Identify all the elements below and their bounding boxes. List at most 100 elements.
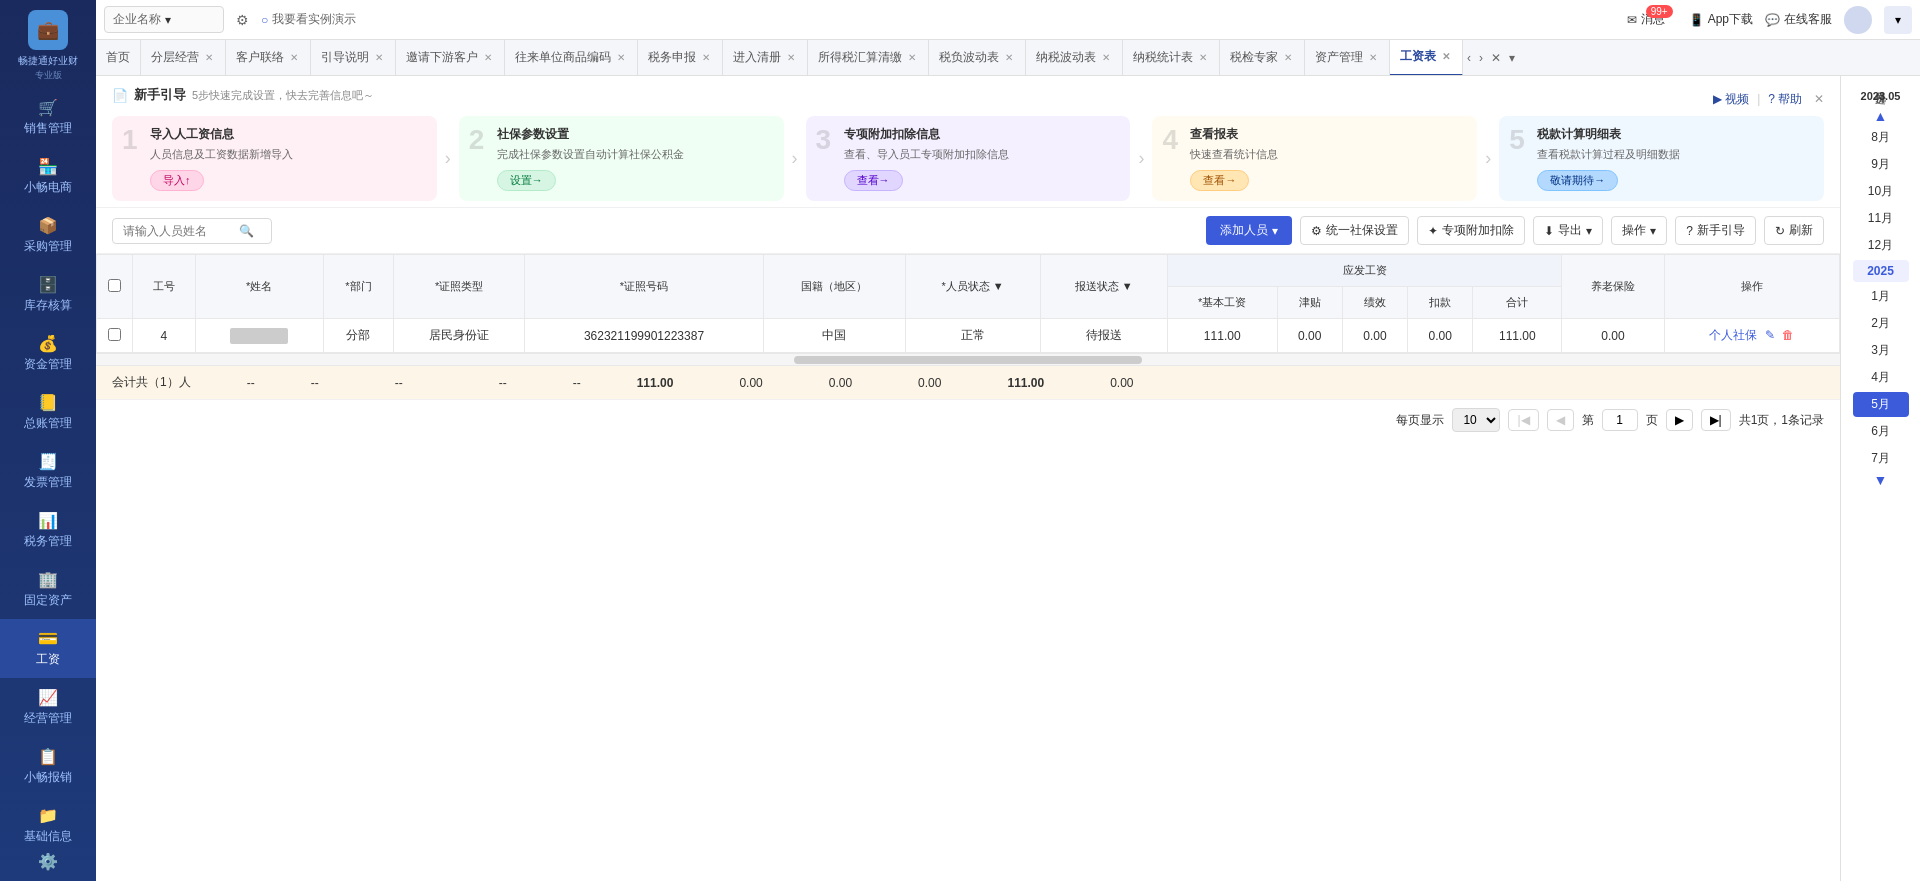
month-item-7[interactable]: 7月 bbox=[1853, 446, 1909, 471]
month-item-3[interactable]: 3月 bbox=[1853, 338, 1909, 363]
sidebar-item-basic[interactable]: 📁 基础信息 bbox=[0, 796, 96, 842]
new-guide-button[interactable]: ? 新手引导 bbox=[1675, 216, 1756, 245]
month-year-2025[interactable]: 2025 bbox=[1853, 260, 1909, 282]
per-page-select[interactable]: 10 20 50 bbox=[1452, 408, 1500, 432]
tab-wage-close[interactable]: ✕ bbox=[1440, 50, 1452, 63]
online-service-button[interactable]: 💬 在线客服 bbox=[1765, 11, 1832, 28]
tab-invite-close[interactable]: ✕ bbox=[482, 51, 494, 64]
month-item-4[interactable]: 4月 bbox=[1853, 365, 1909, 390]
page-prev-button[interactable]: ◀ bbox=[1547, 409, 1574, 431]
tab-taxexpert-close[interactable]: ✕ bbox=[1282, 51, 1294, 64]
export-button[interactable]: ⬇ 导出 ▾ bbox=[1533, 216, 1603, 245]
tab-taxexpert[interactable]: 税检专家 ✕ bbox=[1220, 40, 1305, 76]
month-nav-up[interactable]: ▲ bbox=[1874, 108, 1888, 124]
sidebar-item-finance[interactable]: 💰 资金管理 bbox=[0, 324, 96, 383]
step3-button[interactable]: 查看→ bbox=[844, 170, 903, 191]
month-item-9[interactable]: 9月 bbox=[1853, 152, 1909, 177]
page-next-button[interactable]: ▶ bbox=[1666, 409, 1693, 431]
tab-taxcount-close[interactable]: ✕ bbox=[1197, 51, 1209, 64]
tab-goodscode-close[interactable]: ✕ bbox=[615, 51, 627, 64]
report-filter-icon[interactable]: ▼ bbox=[1122, 280, 1133, 292]
tab-goodscode[interactable]: 往来单位商品编码 ✕ bbox=[505, 40, 638, 76]
sidebar-item-report[interactable]: 📋 小畅报销 bbox=[0, 737, 96, 796]
message-button[interactable]: ✉ 消息 99+ bbox=[1627, 11, 1665, 28]
sidebar-item-tax[interactable]: 📊 税务管理 bbox=[0, 501, 96, 560]
sidebar-item-sales[interactable]: 🛒 销售管理 bbox=[0, 88, 96, 147]
tab-customer-close[interactable]: ✕ bbox=[288, 51, 300, 64]
user-avatar[interactable] bbox=[1844, 6, 1872, 34]
tab-assetmgr-close[interactable]: ✕ bbox=[1367, 51, 1379, 64]
guide-help-button[interactable]: ? 帮助 bbox=[1768, 91, 1802, 108]
social-setting-button[interactable]: ⚙ 统一社保设置 bbox=[1300, 216, 1409, 245]
search-icon[interactable]: 🔍 bbox=[239, 224, 254, 238]
sidebar-item-inventory[interactable]: 🗄️ 库存核算 bbox=[0, 265, 96, 324]
tab-taxreport[interactable]: 税务申报 ✕ bbox=[638, 40, 723, 76]
personal-social-link[interactable]: 个人社保 bbox=[1709, 328, 1757, 342]
step4-button[interactable]: 查看→ bbox=[1190, 170, 1249, 191]
month-item-6[interactable]: 6月 bbox=[1853, 419, 1909, 444]
tab-clearbook-close[interactable]: ✕ bbox=[785, 51, 797, 64]
tab-intro[interactable]: 引导说明 ✕ bbox=[311, 40, 396, 76]
step2-button[interactable]: 设置→ bbox=[497, 170, 556, 191]
tab-taxreport-close[interactable]: ✕ bbox=[700, 51, 712, 64]
tab-taxfree[interactable]: 税负波动表 ✕ bbox=[929, 40, 1026, 76]
tab-taxcalc-close[interactable]: ✕ bbox=[906, 51, 918, 64]
tab-customer[interactable]: 客户联络 ✕ bbox=[226, 40, 311, 76]
month-item-5[interactable]: 5月 bbox=[1853, 392, 1909, 417]
month-item-10[interactable]: 10月 bbox=[1853, 179, 1909, 204]
month-item-1[interactable]: 1月 bbox=[1853, 284, 1909, 309]
sidebar-item-accounting[interactable]: 📒 总账管理 bbox=[0, 383, 96, 442]
tab-home[interactable]: 首页 bbox=[96, 40, 141, 76]
special-deduction-button[interactable]: ✦ 专项附加扣除 bbox=[1417, 216, 1525, 245]
tab-nav-prev[interactable]: ‹ bbox=[1463, 51, 1475, 65]
row-checkbox[interactable] bbox=[108, 328, 121, 341]
demo-button[interactable]: ○ 我要看实例演示 bbox=[261, 11, 356, 28]
tab-nav-next[interactable]: › bbox=[1475, 51, 1487, 65]
sidebar-item-ecommerce[interactable]: 🏪 小畅电商 bbox=[0, 147, 96, 206]
month-item-2[interactable]: 2月 bbox=[1853, 311, 1909, 336]
tab-taxcalc[interactable]: 所得税汇算清缴 ✕ bbox=[808, 40, 929, 76]
month-item-12[interactable]: 12月 bbox=[1853, 233, 1909, 258]
sidebar-item-invoice[interactable]: 🧾 发票管理 bbox=[0, 442, 96, 501]
status-filter-icon[interactable]: ▼ bbox=[993, 280, 1004, 292]
page-last-button[interactable]: ▶| bbox=[1701, 409, 1731, 431]
sidebar-item-fixed[interactable]: 🏢 固定资产 bbox=[0, 560, 96, 619]
tab-taxstat-close[interactable]: ✕ bbox=[1100, 51, 1112, 64]
page-first-button[interactable]: |◀ bbox=[1508, 409, 1538, 431]
tab-clearbook[interactable]: 进入清册 ✕ bbox=[723, 40, 808, 76]
search-input[interactable] bbox=[123, 224, 233, 238]
guide-video-button[interactable]: ▶ 视频 bbox=[1713, 91, 1749, 108]
tab-taxfree-close[interactable]: ✕ bbox=[1003, 51, 1015, 64]
user-menu-button[interactable]: ▾ bbox=[1884, 6, 1912, 34]
sidebar-item-operation[interactable]: 📈 经营管理 bbox=[0, 678, 96, 737]
month-item-8[interactable]: 8月 bbox=[1853, 125, 1909, 150]
action-button[interactable]: 操作 ▾ bbox=[1611, 216, 1667, 245]
tab-close-all[interactable]: ✕ bbox=[1487, 51, 1505, 65]
tab-wage[interactable]: 工资表 ✕ bbox=[1390, 40, 1463, 76]
tab-taxcount[interactable]: 纳税统计表 ✕ bbox=[1123, 40, 1220, 76]
step1-button[interactable]: 导入↑ bbox=[150, 170, 204, 191]
tab-invite[interactable]: 邀请下游客户 ✕ bbox=[396, 40, 505, 76]
tab-intro-close[interactable]: ✕ bbox=[373, 51, 385, 64]
step5-button[interactable]: 敬请期待→ bbox=[1537, 170, 1618, 191]
add-person-button[interactable]: 添加人员 ▾ bbox=[1206, 216, 1292, 245]
app-download-button[interactable]: 📱 App下载 bbox=[1689, 11, 1753, 28]
row-delete-icon[interactable]: 🗑 bbox=[1782, 328, 1794, 342]
tab-menu[interactable]: ▾ bbox=[1505, 51, 1519, 65]
tab-partition[interactable]: 分层经营 ✕ bbox=[141, 40, 226, 76]
select-all-checkbox[interactable] bbox=[108, 279, 121, 292]
tab-assetmgr[interactable]: 资产管理 ✕ bbox=[1305, 40, 1390, 76]
horizontal-scrollbar[interactable] bbox=[96, 353, 1840, 365]
refresh-button[interactable]: ↻ 刷新 bbox=[1764, 216, 1824, 245]
page-number-input[interactable] bbox=[1602, 409, 1638, 431]
tab-taxstat[interactable]: 纳税波动表 ✕ bbox=[1026, 40, 1123, 76]
settings-icon[interactable]: ⚙ bbox=[232, 8, 253, 32]
sidebar-logo[interactable]: 💼 畅捷通好业财 专业版 bbox=[0, 0, 96, 88]
sidebar-item-purchase[interactable]: 📦 采购管理 bbox=[0, 206, 96, 265]
month-item-11[interactable]: 11月 bbox=[1853, 206, 1909, 231]
month-nav-down[interactable]: ▼ bbox=[1874, 472, 1888, 488]
company-selector[interactable]: 企业名称 ▾ bbox=[104, 6, 224, 33]
tab-partition-close[interactable]: ✕ bbox=[203, 51, 215, 64]
sidebar-settings-button[interactable]: ⚙️ bbox=[0, 842, 96, 881]
guide-close-button[interactable]: ✕ bbox=[1814, 92, 1824, 106]
